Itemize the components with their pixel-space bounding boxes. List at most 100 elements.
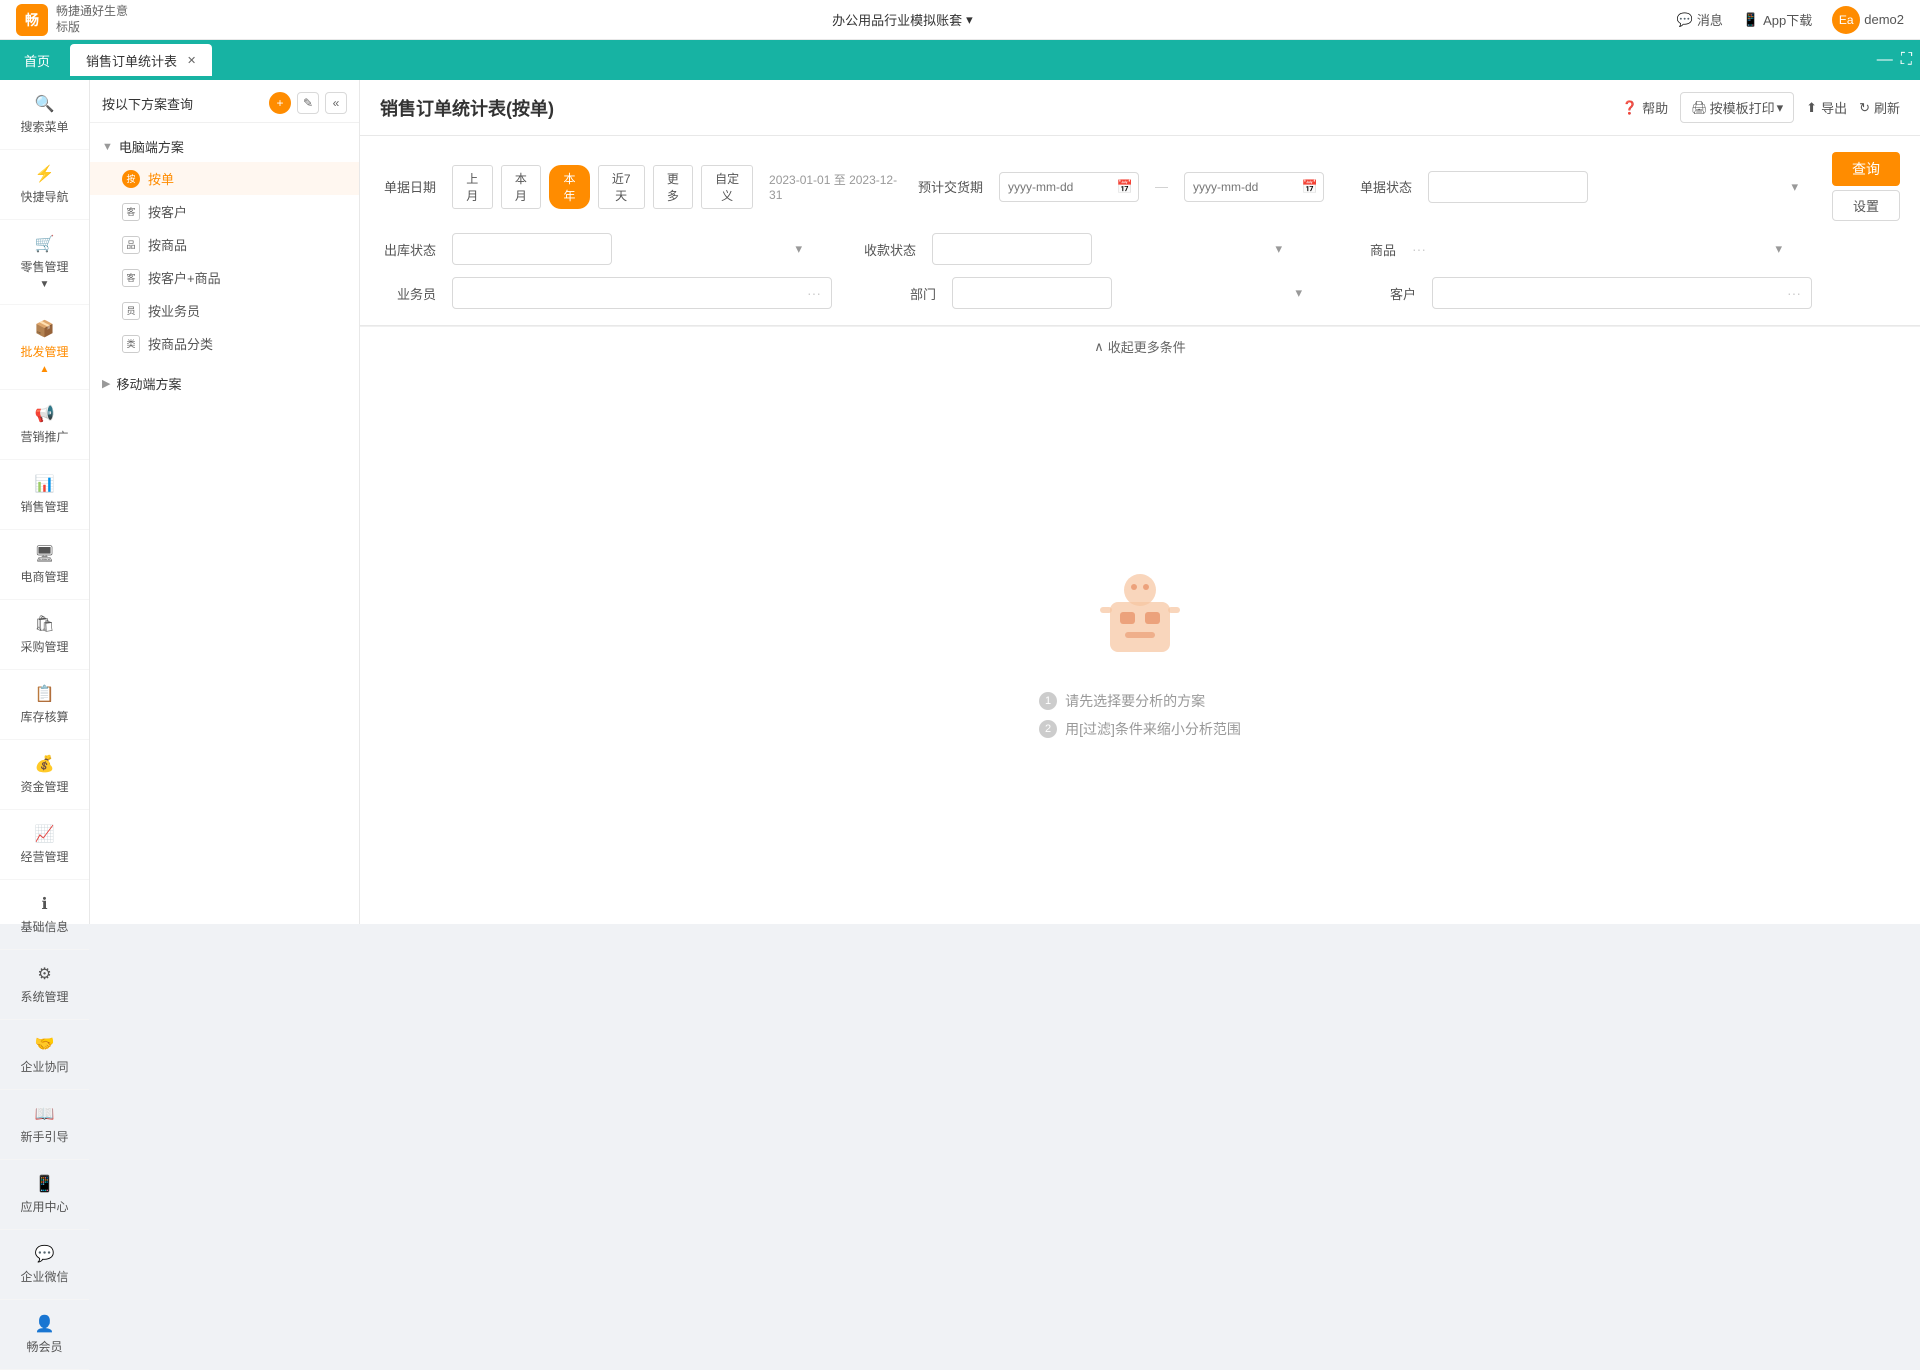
logo: 畅 (16, 4, 48, 36)
date-separator: — (1155, 179, 1168, 194)
sidebar-item-finance[interactable]: 💰 资金管理 (0, 740, 89, 810)
date-filter-group: 上月 本月 本年 近7天 更多 自定义 2023-01-01 至 2023-12… (452, 165, 902, 209)
scheme-item-by-order[interactable]: 按 按单 (90, 162, 359, 195)
sidebar-item-operations[interactable]: 📈 经营管理 (0, 810, 89, 880)
help-icon: ❓ (1622, 100, 1638, 116)
date-btn-more[interactable]: 更多 (653, 165, 694, 209)
by-salesperson-icon: 员 (122, 302, 140, 320)
left-panel-title: 按以下方案查询 (102, 94, 193, 113)
message-action[interactable]: 💬 消息 (1677, 10, 1723, 29)
query-section: 查询 设置 (1832, 152, 1900, 221)
expected-date-label: 预计交货期 (918, 177, 983, 196)
tab-sales-order-stats[interactable]: 销售订单统计表 ✕ (70, 44, 212, 76)
wholesale-arrow-icon: ▲ (40, 364, 50, 375)
refresh-action[interactable]: ↻ 刷新 (1859, 98, 1900, 117)
marketing-icon: 📢 (35, 404, 55, 424)
by-category-icon: 类 (122, 335, 140, 353)
empty-svg (1080, 552, 1200, 672)
sidebar-item-ecommerce[interactable]: 🖥 电商管理 (0, 530, 89, 600)
app-icon: 📱 (1743, 12, 1759, 28)
status-select[interactable] (1428, 171, 1588, 203)
newbie-icon: 📖 (35, 1104, 55, 1124)
sidebar-item-retail[interactable]: 🛒 零售管理 ▼ (0, 220, 89, 305)
sidebar-item-enterprise-wechat[interactable]: 💬 企业微信 (0, 1230, 89, 1300)
date-btn-custom[interactable]: 自定义 (701, 165, 753, 209)
sidebar-item-newbie[interactable]: 📖 新手引导 (0, 1090, 89, 1160)
sidebar-item-member[interactable]: 👤 畅会员 (0, 1300, 89, 1370)
collapse-panel-btn[interactable]: « (325, 92, 347, 114)
scheme-group-mobile-header[interactable]: ▶ 移动端方案 (90, 368, 359, 399)
add-scheme-btn[interactable]: + (269, 92, 291, 114)
sidebar-item-search-menu[interactable]: 🔍 搜索菜单 (0, 80, 89, 150)
tip-num-1: 1 (1039, 692, 1057, 710)
customer-dots[interactable]: ··· (1787, 285, 1801, 301)
status-select-wrap (1428, 171, 1808, 203)
top-bar: 畅 畅捷通好生意 标版 办公用品行业模拟账套 ▾ 💬 消息 📱 App下载 Ea… (0, 0, 1920, 40)
sidebar-item-wholesale[interactable]: 📦 批发管理 ▲ (0, 305, 89, 390)
user-action[interactable]: Ea demo2 (1832, 6, 1904, 34)
tab-close-icon[interactable]: ✕ (187, 54, 196, 67)
customer-label: 客户 (1360, 284, 1416, 303)
edit-scheme-btn[interactable]: ✎ (297, 92, 319, 114)
sidebar-item-basic-info[interactable]: ℹ 基础信息 (0, 880, 89, 950)
date-btn-last-month[interactable]: 上月 (452, 165, 493, 209)
empty-state: 1 请先选择要分析的方案 2 用[过滤]条件来缩小分析范围 (360, 366, 1920, 924)
enterprise-icon: 🤝 (35, 1034, 55, 1054)
collapse-more-btn[interactable]: ∧ 收起更多条件 (360, 326, 1920, 366)
by-customer-icon: 客 (122, 203, 140, 221)
date-btn-this-year[interactable]: 本年 (549, 165, 590, 209)
print-action[interactable]: 🖨 按模板打印 ▾ (1680, 92, 1794, 123)
app-download-action[interactable]: 📱 App下载 (1743, 10, 1812, 29)
date-btn-7days[interactable]: 近7天 (598, 165, 645, 209)
group-expand-icon: ▼ (102, 141, 113, 153)
sidebar-item-marketing[interactable]: 📢 营销推广 (0, 390, 89, 460)
empty-tip-2: 2 用[过滤]条件来缩小分析范围 (1039, 719, 1241, 739)
scheme-item-by-salesperson[interactable]: 员 按业务员 (90, 294, 359, 327)
scheme-item-by-customer[interactable]: 客 按客户 (90, 195, 359, 228)
sidebar-item-app-center[interactable]: 📱 应用中心 (0, 1160, 89, 1230)
scheme-item-by-goods[interactable]: 品 按商品 (90, 228, 359, 261)
export-action[interactable]: ⬆ 导出 (1806, 98, 1847, 117)
industry-dropdown[interactable]: 办公用品行业模拟账套 ▾ (832, 10, 973, 29)
sidebar-item-quick-nav[interactable]: ⚡ 快捷导航 (0, 150, 89, 220)
query-btn[interactable]: 查询 (1832, 152, 1900, 186)
shipment-select[interactable] (452, 233, 612, 265)
sidebar-item-inventory[interactable]: 📋 库存核算 (0, 670, 89, 740)
date-label: 单据日期 (380, 177, 436, 196)
settings-btn[interactable]: 设置 (1832, 190, 1900, 221)
collapse-chevron-icon: ∧ (1094, 339, 1104, 355)
scheme-item-by-category[interactable]: 类 按商品分类 (90, 327, 359, 360)
right-panel: 销售订单统计表(按单) ❓ 帮助 🖨 按模板打印 ▾ ⬆ 导出 (360, 80, 1920, 924)
date-btn-this-month[interactable]: 本月 (501, 165, 542, 209)
payment-select[interactable] (932, 233, 1092, 265)
retail-icon: 🛒 (35, 234, 55, 254)
filter-row-2: 出库状态 收款状态 商品 ··· (380, 233, 1900, 265)
scheme-group-pc-header[interactable]: ▼ 电脑端方案 (90, 131, 359, 162)
sidebar: 🔍 搜索菜单 ⚡ 快捷导航 🛒 零售管理 ▼ 📦 批发管理 ▲ 📢 营销推广 📊… (0, 80, 90, 924)
payment-label: 收款状态 (860, 240, 916, 259)
date-range-text: 2023-01-01 至 2023-12-31 (769, 171, 902, 202)
scheme-item-by-customer-goods[interactable]: 客 按客户+商品 (90, 261, 359, 294)
customer-field[interactable]: ··· (1432, 277, 1812, 309)
shipment-label: 出库状态 (380, 240, 436, 259)
sidebar-item-system[interactable]: ⚙ 系统管理 (0, 950, 89, 1020)
by-order-icon: 按 (122, 170, 140, 188)
page-title: 销售订单统计表(按单) (380, 95, 554, 121)
tab-home[interactable]: 首页 (8, 44, 66, 76)
help-action[interactable]: ❓ 帮助 (1622, 98, 1668, 117)
salesperson-field[interactable]: ··· (452, 277, 832, 309)
dept-select[interactable] (952, 277, 1112, 309)
minimize-btn[interactable]: — (1877, 51, 1893, 69)
top-bar-left: 畅 畅捷通好生意 标版 (16, 4, 128, 36)
basic-info-icon: ℹ (41, 894, 47, 914)
payment-select-wrap (932, 233, 1292, 265)
sidebar-item-purchase[interactable]: 🛍 采购管理 (0, 600, 89, 670)
search-menu-icon: 🔍 (35, 94, 55, 114)
goods-dots[interactable]: ··· (1412, 241, 1426, 257)
sidebar-item-enterprise[interactable]: 🤝 企业协同 (0, 1020, 89, 1090)
sidebar-item-sales[interactable]: 📊 销售管理 (0, 460, 89, 530)
maximize-btn[interactable]: ⛶ (1901, 51, 1912, 69)
salesperson-dots[interactable]: ··· (807, 285, 821, 301)
empty-tip-1: 1 请先选择要分析的方案 (1039, 691, 1241, 711)
filter-area: 单据日期 上月 本月 本年 近7天 更多 自定义 2023-01-01 至 20… (360, 136, 1920, 326)
